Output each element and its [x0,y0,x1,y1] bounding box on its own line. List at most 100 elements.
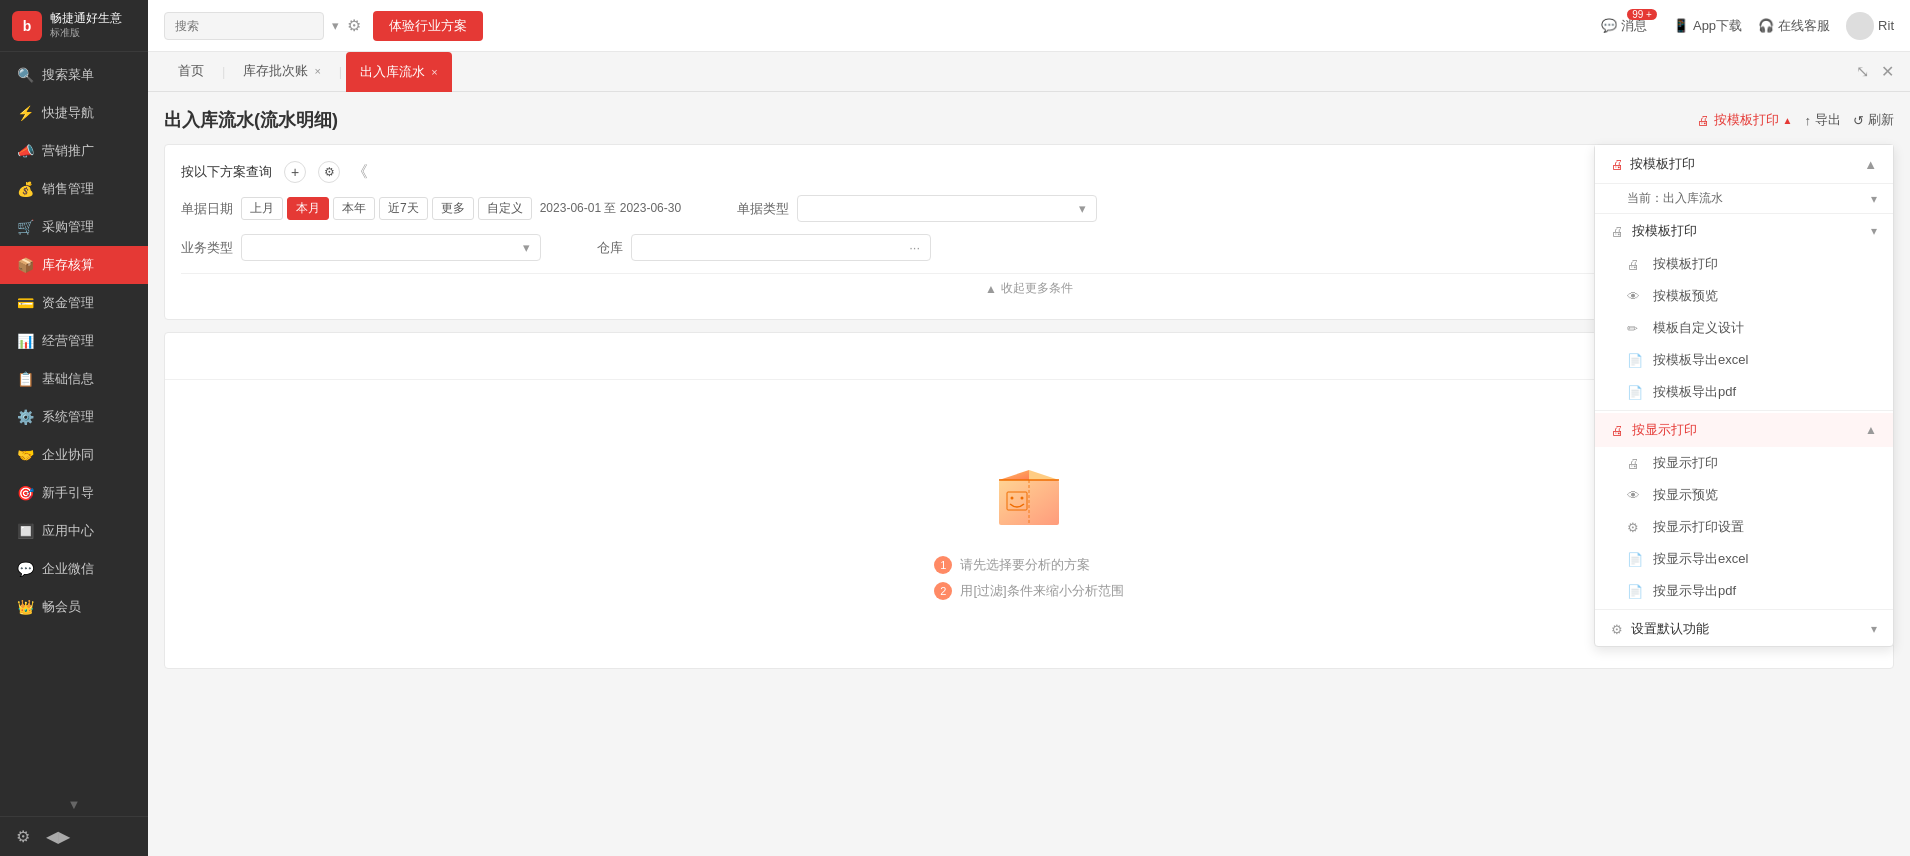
vip-icon: 👑 [16,599,34,615]
step-num-1: 1 [934,556,952,574]
svg-marker-1 [999,470,1029,480]
doc-type-select[interactable]: ▾ [797,195,1097,222]
header-search-dropdown-icon[interactable]: ▾ [332,18,339,33]
logo-icon: b [12,11,42,41]
sidebar-item-system[interactable]: ⚙️ 系统管理 [0,398,148,436]
warehouse-select[interactable]: ··· [631,234,931,261]
sidebar-item-operations[interactable]: 📊 经营管理 [0,322,148,360]
sidebar-item-purchase[interactable]: 🛒 采购管理 [0,208,148,246]
display-export-pdf-icon: 📄 [1627,584,1643,599]
tab-batch-account[interactable]: 库存批次账 × [229,52,334,92]
section-display-icon: 🖨 [1611,423,1624,438]
tab-separator-2: | [339,64,342,79]
print-template-btn[interactable]: 🖨 按模板打印 ▲ [1697,111,1793,129]
date-btn-this-month[interactable]: 本月 [287,197,329,220]
warehouse-label: 仓库 [597,239,623,257]
sales-icon: 💰 [16,181,34,197]
sidebar-item-label: 快捷导航 [42,104,132,122]
date-btn-this-year[interactable]: 本年 [333,197,375,220]
window-close-btn[interactable]: ✕ [1881,62,1894,81]
display-print-settings-item[interactable]: ⚙ 按显示打印设置 [1595,511,1893,543]
sidebar-item-inventory[interactable]: 📦 库存核算 [0,246,148,284]
app-logo: b 畅捷通好生意 标准版 [0,0,148,52]
sidebar-item-label: 采购管理 [42,218,132,236]
app-name: 畅捷通好生意 [50,11,122,27]
add-filter-btn[interactable]: + [284,161,306,183]
print-section-display[interactable]: 🖨 按显示打印 ▲ [1595,413,1893,447]
svg-point-7 [1021,497,1024,500]
sidebar-item-basic-info[interactable]: 📋 基础信息 [0,360,148,398]
settings-bottom-icon[interactable]: ⚙ [16,827,30,846]
message-action[interactable]: 💬 消息 99 + [1601,17,1647,35]
template-export-excel-label: 按模板导出excel [1653,351,1748,369]
app-download-action[interactable]: 📱 App下载 [1673,17,1742,35]
display-preview-icon: 👁 [1627,488,1643,503]
template-export-pdf-icon: 📄 [1627,385,1643,400]
print-section-template[interactable]: 🖨 按模板打印 ▾ [1595,214,1893,248]
display-export-pdf-item[interactable]: 📄 按显示导出pdf [1595,575,1893,607]
tab-close-batch-account[interactable]: × [314,65,320,77]
filter-collapse-btn[interactable]: 《 [352,162,368,183]
operations-icon: 📊 [16,333,34,349]
sidebar-item-guide[interactable]: 🎯 新手引导 [0,474,148,512]
date-btn-7days[interactable]: 近7天 [379,197,428,220]
template-preview-item[interactable]: 👁 按模板预览 [1595,280,1893,312]
display-export-excel-item[interactable]: 📄 按显示导出excel [1595,543,1893,575]
section-defaults-label: 设置默认功能 [1631,620,1709,638]
sidebar-item-sales[interactable]: 💰 销售管理 [0,170,148,208]
message-badge: 99 + [1627,9,1657,20]
template-export-pdf-item[interactable]: 📄 按模板导出pdf [1595,376,1893,408]
trial-industry-btn[interactable]: 体验行业方案 [373,11,483,41]
tab-close-flow-detail[interactable]: × [431,66,437,78]
sidebar-item-wechat[interactable]: 💬 企业微信 [0,550,148,588]
display-preview-item[interactable]: 👁 按显示预览 [1595,479,1893,511]
date-btn-last-month[interactable]: 上月 [241,197,283,220]
sidebar-item-marketing[interactable]: 📣 营销推广 [0,132,148,170]
tab-home[interactable]: 首页 [164,52,218,92]
template-export-excel-item[interactable]: 📄 按模板导出excel [1595,344,1893,376]
warehouse-filter-group: 仓库 ··· [597,234,931,261]
online-service-action[interactable]: 🎧 在线客服 [1758,17,1830,35]
user-avatar-action[interactable]: Rit [1846,12,1894,40]
sidebar-item-quick-nav[interactable]: ⚡ 快捷导航 [0,94,148,132]
refresh-icon: ↺ [1853,113,1864,128]
biz-type-label: 业务类型 [181,239,233,257]
page-content: 出入库流水(流水明细) 🖨 按模板打印 ▲ ↑ 导出 ↺ 刷新 [148,92,1910,856]
date-btn-more[interactable]: 更多 [432,197,474,220]
template-design-item[interactable]: ✏ 模板自定义设计 [1595,312,1893,344]
doc-type-filter-group: 单据类型 ▾ [737,195,1097,222]
print-icon: 🖨 [1697,113,1710,128]
filter-gear-btn[interactable]: ⚙ [318,161,340,183]
sidebar-item-label: 系统管理 [42,408,132,426]
quick-nav-icon: ⚡ [16,105,34,121]
step-num-2: 2 [934,582,952,600]
sidebar-scroll-down[interactable]: ▼ [0,793,148,816]
template-print-item[interactable]: 🖨 按模板打印 [1595,248,1893,280]
sidebar-item-label: 基础信息 [42,370,132,388]
biz-type-select[interactable]: ▾ [241,234,541,261]
export-btn[interactable]: ↑ 导出 [1805,111,1842,129]
sidebar-item-search[interactable]: 🔍 搜索菜单 [0,56,148,94]
print-btn-label: 按模板打印 [1714,111,1779,129]
tab-flow-detail[interactable]: 出入库流水 × [346,52,451,92]
collapse-sidebar-icon[interactable]: ◀▶ [46,827,70,846]
header-gear-icon[interactable]: ⚙ [347,16,361,35]
print-panel-title-icon: 🖨 [1611,157,1624,172]
empty-illustration [979,440,1079,540]
tab-window-controls: ⤡ ✕ [1856,62,1894,81]
display-export-excel-label: 按显示导出excel [1653,550,1748,568]
section-template-label: 按模板打印 [1632,222,1697,240]
date-btn-custom[interactable]: 自定义 [478,197,532,220]
sidebar-item-app-center[interactable]: 🔲 应用中心 [0,512,148,550]
sidebar-item-finance[interactable]: 💳 资金管理 [0,284,148,322]
print-panel-collapse-icon[interactable]: ▲ [1864,157,1877,172]
window-restore-btn[interactable]: ⤡ [1856,62,1869,81]
sidebar-item-vip[interactable]: 👑 畅会员 [0,588,148,626]
biz-type-filter-group: 业务类型 ▾ [181,234,541,261]
display-print-item[interactable]: 🖨 按显示打印 [1595,447,1893,479]
refresh-btn[interactable]: ↺ 刷新 [1853,111,1894,129]
header-search-input[interactable] [164,12,324,40]
print-section-defaults[interactable]: ⚙ 设置默认功能 ▾ [1595,612,1893,646]
sidebar-item-cooperation[interactable]: 🤝 企业协同 [0,436,148,474]
app-download-label: App下载 [1693,17,1742,35]
